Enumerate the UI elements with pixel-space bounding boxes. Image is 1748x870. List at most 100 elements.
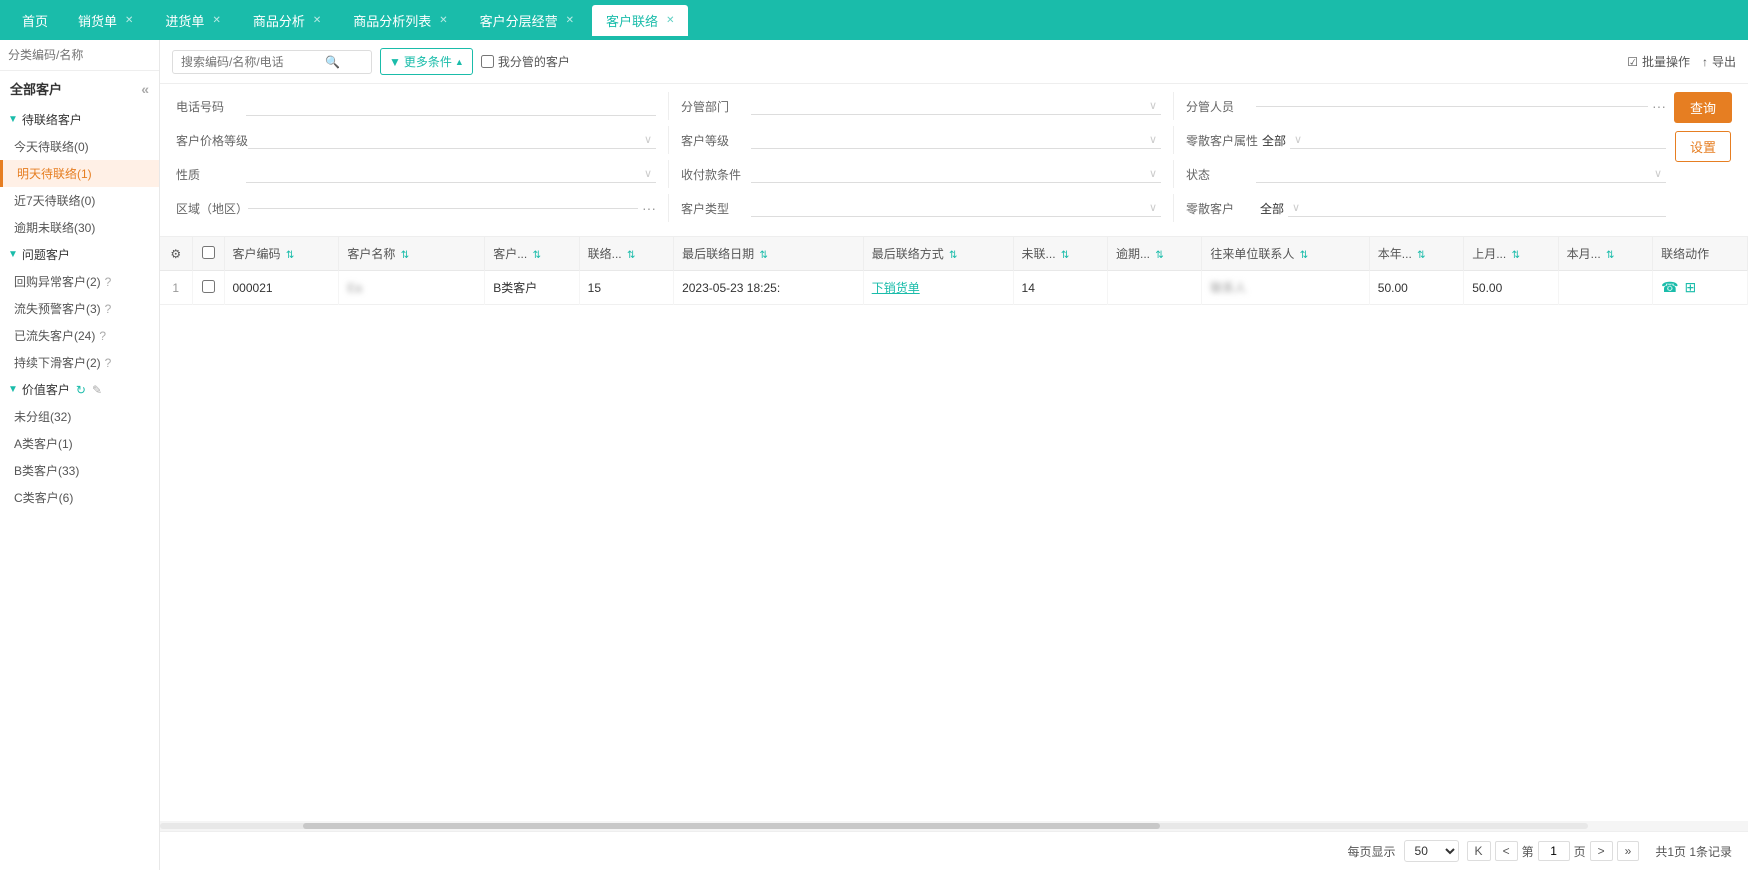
sidebar-search-input[interactable] bbox=[8, 48, 160, 62]
col-gear[interactable]: ⚙ bbox=[160, 237, 192, 271]
filter-manager-label: 分管人员 bbox=[1186, 98, 1256, 115]
col-type[interactable]: 客户... ⇅ bbox=[485, 237, 579, 271]
sidebar-item-ungrouged[interactable]: 未分组(32) bbox=[0, 403, 159, 430]
close-tab-3-icon[interactable]: ✕ bbox=[439, 15, 447, 26]
export-button[interactable]: ↑ 导出 bbox=[1702, 53, 1736, 70]
cell-last-date: 2023-05-23 18:25: bbox=[674, 271, 864, 305]
sidebar-item-c-class[interactable]: C类客户(6) bbox=[0, 484, 159, 511]
col-year-amount[interactable]: 本年... ⇅ bbox=[1369, 237, 1463, 271]
nav-tab-4[interactable]: 客户分层经营 ✕ bbox=[466, 5, 588, 36]
search-input[interactable] bbox=[181, 55, 321, 69]
scrollbar-thumb[interactable] bbox=[303, 823, 1160, 829]
filter-payment-select[interactable]: ∨ bbox=[751, 165, 1161, 183]
sidebar-item-today[interactable]: 今天待联络(0) bbox=[0, 133, 159, 160]
filter-region-label: 区域（地区） bbox=[176, 200, 248, 217]
my-customers-filter[interactable]: 我分管的客户 bbox=[481, 53, 570, 70]
page-size-select[interactable]: 50 20 100 bbox=[1404, 840, 1459, 862]
nav-tab-2[interactable]: 商品分析 ✕ bbox=[239, 5, 335, 36]
divider-5 bbox=[668, 160, 669, 188]
sidebar-item-churn-warning[interactable]: 流失预警客户(3) ? bbox=[0, 295, 159, 322]
edit-icon[interactable]: ✎ bbox=[92, 383, 102, 397]
filter-price-level-select[interactable]: ∨ bbox=[248, 131, 656, 149]
last-page-button[interactable]: » bbox=[1617, 841, 1640, 861]
help-icon-2: ? bbox=[99, 329, 106, 343]
sidebar-item-declining[interactable]: 持续下滑客户(2) ? bbox=[0, 349, 159, 376]
col-name[interactable]: 客户名称 ⇅ bbox=[339, 237, 485, 271]
bulk-ops-checkbox-icon: ☑ bbox=[1627, 55, 1638, 69]
sidebar-section-pending[interactable]: ▼ 待联络客户 bbox=[0, 106, 159, 133]
sidebar-item-overdue[interactable]: 逾期未联络(30) bbox=[0, 214, 159, 241]
filter-status-select[interactable]: ∨ bbox=[1256, 165, 1666, 183]
close-tab-2-icon[interactable]: ✕ bbox=[313, 15, 321, 26]
nav-tab-3[interactable]: 商品分析列表 ✕ bbox=[339, 5, 461, 36]
prev-page-button[interactable]: < bbox=[1495, 841, 1518, 861]
sidebar-item-7days[interactable]: 近7天待联络(0) bbox=[0, 187, 159, 214]
scrollbar-track[interactable] bbox=[160, 823, 1588, 829]
horizontal-scrollbar[interactable] bbox=[160, 821, 1748, 831]
phone-action-icon[interactable]: ☎ bbox=[1661, 279, 1678, 296]
first-page-button[interactable]: K bbox=[1467, 841, 1491, 861]
filter-nature-select[interactable]: ∨ bbox=[246, 165, 656, 183]
col-code[interactable]: 客户编码 ⇅ bbox=[224, 237, 339, 271]
filter-customer-type-select[interactable]: ∨ bbox=[751, 199, 1161, 217]
set-button[interactable]: 设置 bbox=[1675, 131, 1731, 162]
nav-tab-1[interactable]: 进货单 ✕ bbox=[151, 5, 234, 36]
close-tab-5-icon[interactable]: ✕ bbox=[666, 15, 674, 26]
nav-home[interactable]: 首页 bbox=[10, 5, 60, 36]
sidebar: 🔍 全部客户 « ▼ 待联络客户 今天待联络(0) 明天待联络(1) 近7天待联… bbox=[0, 40, 160, 870]
col-action: 联络动作 bbox=[1653, 237, 1748, 271]
grid-action-icon[interactable]: ⊞ bbox=[1685, 279, 1697, 296]
cell-checkbox[interactable] bbox=[192, 271, 224, 305]
row-checkbox[interactable] bbox=[202, 280, 215, 293]
gear-icon[interactable]: ⚙ bbox=[170, 247, 181, 261]
sidebar-collapse-icon[interactable]: « bbox=[141, 81, 149, 97]
next-page-button[interactable]: > bbox=[1590, 841, 1613, 861]
sidebar-item-b-class[interactable]: B类客户(33) bbox=[0, 457, 159, 484]
bulk-ops-button[interactable]: ☑ 批量操作 bbox=[1627, 53, 1690, 70]
cell-last-method[interactable]: 下销货单 bbox=[863, 271, 1013, 305]
sidebar-section-problem[interactable]: ▼ 问题客户 bbox=[0, 241, 159, 268]
col-this-month[interactable]: 本月... ⇅ bbox=[1558, 237, 1652, 271]
sort-this-month-icon: ⇅ bbox=[1606, 250, 1614, 261]
nav-tab-5[interactable]: 客户联络 ✕ bbox=[592, 5, 688, 36]
col-no-contact[interactable]: 未联... ⇅ bbox=[1013, 237, 1107, 271]
query-button[interactable]: 查询 bbox=[1674, 92, 1732, 123]
col-last-method[interactable]: 最后联络方式 ⇅ bbox=[863, 237, 1013, 271]
col-overdue[interactable]: 逾期... ⇅ bbox=[1107, 237, 1201, 271]
customer-table: ⚙ 客户编码 ⇅ 客户名称 ⇅ bbox=[160, 237, 1748, 305]
filter-phone-input[interactable] bbox=[246, 97, 656, 116]
col-last-date[interactable]: 最后联络日期 ⇅ bbox=[674, 237, 864, 271]
col-check[interactable] bbox=[192, 237, 224, 271]
filter-row-3: 性质 ∨ 收付款条件 ∨ bbox=[176, 160, 1666, 188]
col-contact-person[interactable]: 往来单位联系人 ⇅ bbox=[1202, 237, 1369, 271]
sidebar-item-churned[interactable]: 已流失客户(24) ? bbox=[0, 322, 159, 349]
close-tab-4-icon[interactable]: ✕ bbox=[566, 15, 574, 26]
search-box-icon[interactable]: 🔍 bbox=[325, 55, 340, 69]
more-filter-button[interactable]: ▼ 更多条件 ▲ bbox=[380, 48, 473, 75]
col-last-month[interactable]: 上月... ⇅ bbox=[1464, 237, 1558, 271]
filter-retail-select[interactable]: ∨ bbox=[1288, 199, 1666, 217]
top-nav: 首页 销货单 ✕ 进货单 ✕ 商品分析 ✕ 商品分析列表 ✕ 客户分层经营 ✕ … bbox=[0, 0, 1748, 40]
close-tab-1-icon[interactable]: ✕ bbox=[212, 15, 220, 26]
sidebar-item-tomorrow[interactable]: 明天待联络(1) bbox=[0, 160, 159, 187]
filter-dept-select[interactable]: ∨ bbox=[751, 97, 1161, 115]
main-layout: 🔍 全部客户 « ▼ 待联络客户 今天待联络(0) 明天待联络(1) 近7天待联… bbox=[0, 40, 1748, 870]
sidebar-all-customers[interactable]: 全部客户 « bbox=[0, 71, 159, 106]
filter-row-4: 区域（地区） ··· 客户类型 ∨ bbox=[176, 194, 1666, 222]
sidebar-section-value[interactable]: ▼ 价值客户 ↻ ✎ bbox=[0, 376, 159, 403]
page-number-input[interactable] bbox=[1538, 841, 1570, 861]
sidebar-item-a-class[interactable]: A类客户(1) bbox=[0, 430, 159, 457]
filter-customer-level-select[interactable]: ∨ bbox=[751, 131, 1161, 149]
sidebar-item-repurchase-abnormal[interactable]: 回购异常客户(2) ? bbox=[0, 268, 159, 295]
filter-manager-dots[interactable]: ··· bbox=[1652, 98, 1666, 114]
filter-retail-attr-select[interactable]: ∨ bbox=[1290, 131, 1666, 149]
last-contact-method-link[interactable]: 下销货单 bbox=[872, 281, 920, 295]
close-tab-0-icon[interactable]: ✕ bbox=[125, 15, 133, 26]
filter-region-dots[interactable]: ··· bbox=[642, 200, 656, 216]
sidebar-all-label: 全部客户 bbox=[10, 79, 62, 98]
select-all-checkbox[interactable] bbox=[202, 246, 215, 259]
refresh-icon[interactable]: ↻ bbox=[76, 383, 86, 397]
nav-tab-0[interactable]: 销货单 ✕ bbox=[64, 5, 147, 36]
my-customers-checkbox[interactable] bbox=[481, 55, 494, 68]
col-contact-count[interactable]: 联络... ⇅ bbox=[579, 237, 673, 271]
